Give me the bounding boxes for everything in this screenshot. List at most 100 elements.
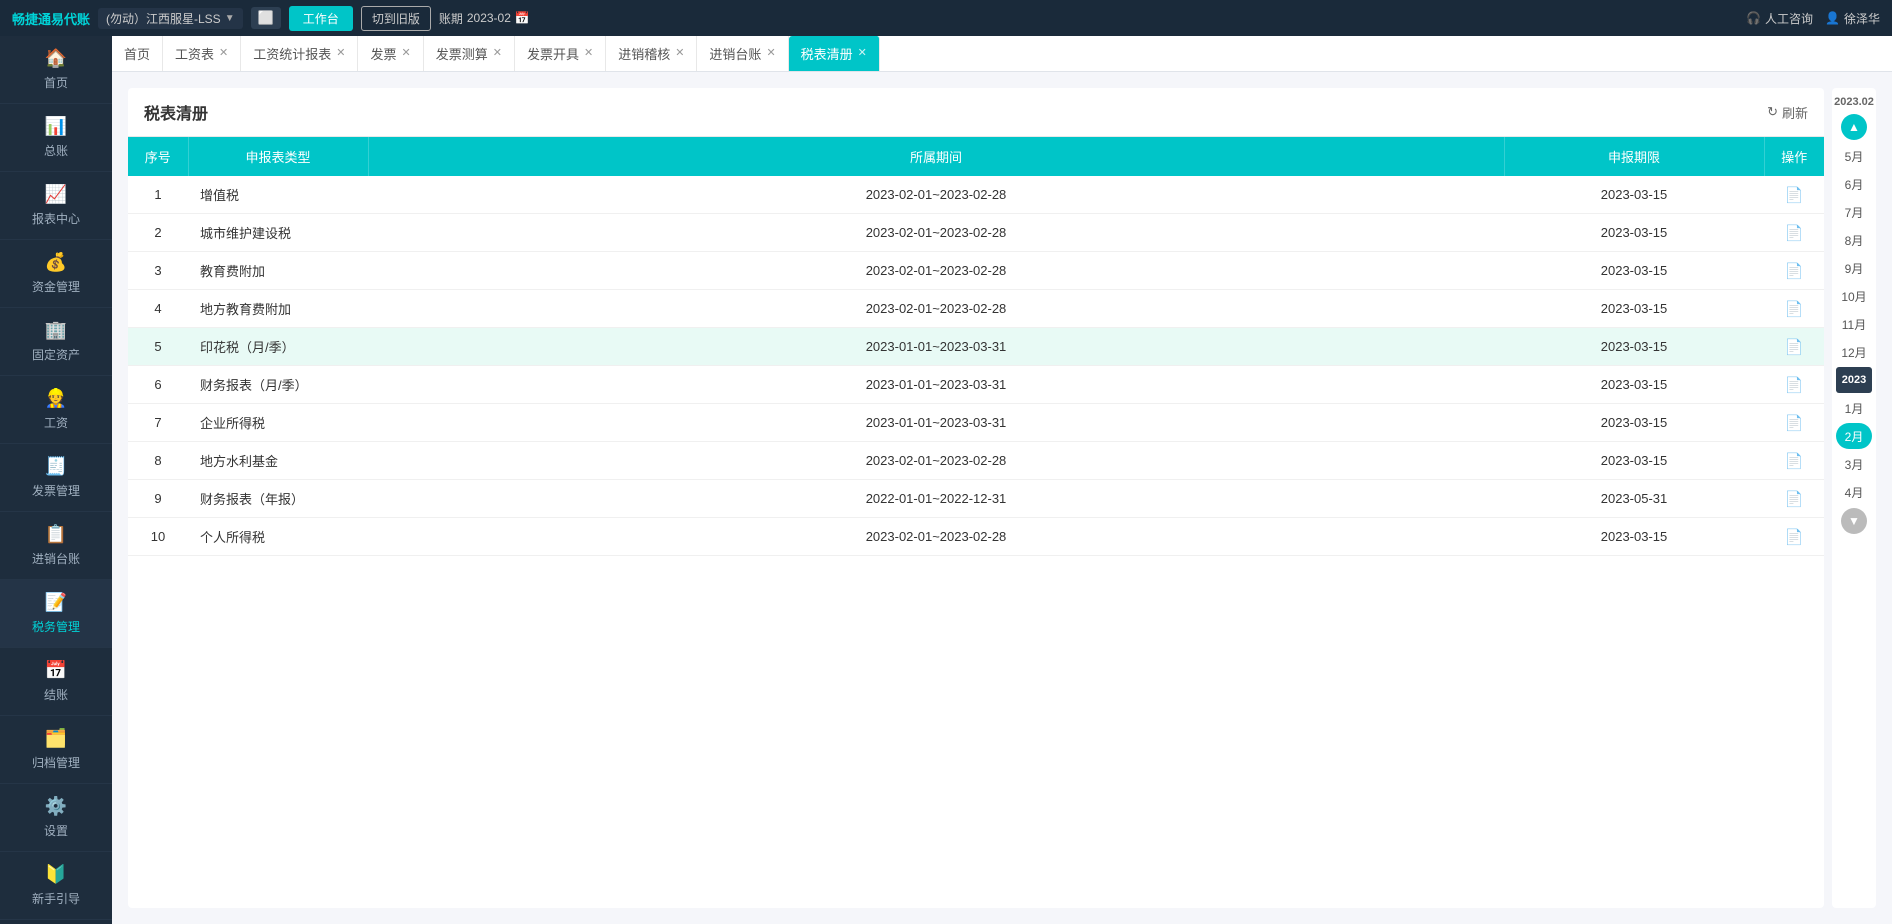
sidebar-label-guide: 新手引导 bbox=[32, 890, 80, 907]
view-icon[interactable]: 📄 bbox=[1785, 187, 1804, 204]
cal-month-11[interactable]: 11月 bbox=[1836, 311, 1872, 337]
user-info[interactable]: 👤 徐泽华 bbox=[1825, 10, 1880, 27]
calendar-down-button[interactable]: ▼ bbox=[1841, 508, 1867, 534]
archive-icon: 🗂️ bbox=[45, 728, 67, 749]
tab-close-tax-list[interactable]: ✕ bbox=[858, 48, 867, 59]
tab-invoice-calc[interactable]: 发票测算 ✕ bbox=[424, 36, 515, 72]
sidebar-label-archive: 归档管理 bbox=[32, 754, 80, 771]
view-icon[interactable]: 📄 bbox=[1785, 453, 1804, 470]
tab-invoice-open[interactable]: 发票开具 ✕ bbox=[515, 36, 606, 72]
view-icon[interactable]: 📄 bbox=[1785, 415, 1804, 432]
tab-close-salary-report[interactable]: ✕ bbox=[336, 48, 345, 59]
company-name: (勿动）江西服星-LSS bbox=[106, 10, 221, 27]
cal-month-8[interactable]: 8月 bbox=[1836, 227, 1872, 253]
sidebar-item-archive[interactable]: 🗂️ 归档管理 bbox=[0, 716, 112, 784]
tab-invoice[interactable]: 发票 ✕ bbox=[358, 36, 423, 72]
tab-close-invoice[interactable]: ✕ bbox=[402, 48, 411, 59]
ai-consult[interactable]: 🎧 人工咨询 bbox=[1746, 10, 1813, 27]
sidebar-label-close: 结账 bbox=[44, 686, 68, 703]
view-icon[interactable]: 📄 bbox=[1785, 491, 1804, 508]
tab-label-purchase-check: 进销稽核 bbox=[618, 44, 670, 63]
view-icon[interactable]: 📄 bbox=[1785, 301, 1804, 318]
headset-icon: 🎧 bbox=[1746, 11, 1761, 25]
view-icon[interactable]: 📄 bbox=[1785, 225, 1804, 242]
sidebar-item-purchase[interactable]: 📋 进销台账 bbox=[0, 512, 112, 580]
cal-month-7[interactable]: 7月 bbox=[1836, 199, 1872, 225]
sidebar-item-close[interactable]: 📅 结账 bbox=[0, 648, 112, 716]
sidebar-label-salary: 工资 bbox=[44, 414, 68, 431]
cal-month-9[interactable]: 9月 bbox=[1836, 255, 1872, 281]
sidebar-label-assets: 固定资产 bbox=[32, 346, 80, 363]
sidebar-item-vip[interactable]: 👑 畅会员 bbox=[0, 920, 112, 924]
cal-month-3[interactable]: 3月 bbox=[1836, 451, 1872, 477]
tab-label-tax-list: 税表清册 bbox=[801, 44, 853, 63]
cell-seq: 8 bbox=[128, 442, 188, 480]
sidebar-item-funds[interactable]: 💰 资金管理 bbox=[0, 240, 112, 308]
tab-salary-report[interactable]: 工资统计报表 ✕ bbox=[241, 36, 358, 72]
cell-action: 📄 bbox=[1764, 290, 1824, 328]
sidebar-item-assets[interactable]: 🏢 固定资产 bbox=[0, 308, 112, 376]
cal-month-12[interactable]: 12月 bbox=[1836, 339, 1872, 365]
tab-home[interactable]: 首页 bbox=[124, 36, 163, 72]
cal-month-1[interactable]: 1月 bbox=[1836, 395, 1872, 421]
tab-salary[interactable]: 工资表 ✕ bbox=[163, 36, 241, 72]
cal-month-4[interactable]: 4月 bbox=[1836, 479, 1872, 505]
tab-tax-list[interactable]: 税表清册 ✕ bbox=[789, 36, 880, 72]
cal-month-10[interactable]: 10月 bbox=[1836, 283, 1872, 309]
sidebar-item-invoice[interactable]: 🧾 发票管理 bbox=[0, 444, 112, 512]
cal-month-5[interactable]: 5月 bbox=[1836, 143, 1872, 169]
view-icon[interactable]: 📄 bbox=[1785, 339, 1804, 356]
tab-purchase-ledger[interactable]: 进销台账 ✕ bbox=[697, 36, 788, 72]
period-label: 账期 bbox=[439, 10, 463, 27]
sidebar-item-report[interactable]: 📈 报表中心 bbox=[0, 172, 112, 240]
sidebar-item-settings[interactable]: ⚙️ 设置 bbox=[0, 784, 112, 852]
tab-close-salary[interactable]: ✕ bbox=[219, 48, 228, 59]
sidebar-item-tax[interactable]: 📝 税务管理 bbox=[0, 580, 112, 648]
table-row: 2 城市维护建设税 2023-02-01~2023-02-28 2023-03-… bbox=[128, 214, 1824, 252]
cell-type: 个人所得税 bbox=[188, 518, 368, 556]
sidebar-item-salary[interactable]: 👷 工资 bbox=[0, 376, 112, 444]
refresh-button[interactable]: ↻ 刷新 bbox=[1767, 103, 1808, 122]
sidebar-item-ledger[interactable]: 📊 总账 bbox=[0, 104, 112, 172]
tab-close-invoice-open[interactable]: ✕ bbox=[584, 48, 593, 59]
table-row: 3 教育费附加 2023-02-01~2023-02-28 2023-03-15… bbox=[128, 252, 1824, 290]
tax-table: 序号 申报表类型 所属期间 申报期限 操作 1 增值税 2023-02-01~2… bbox=[128, 137, 1824, 556]
workspace-button[interactable]: 工作台 bbox=[289, 6, 353, 31]
tab-close-purchase-ledger[interactable]: ✕ bbox=[766, 48, 775, 59]
copy-icon-button[interactable]: ⬜ bbox=[251, 7, 281, 29]
chevron-down-icon: ▼ bbox=[225, 13, 235, 24]
cell-type: 印花税（月/季） bbox=[188, 328, 368, 366]
calendar-icon[interactable]: 📅 bbox=[515, 11, 530, 25]
view-icon[interactable]: 📄 bbox=[1785, 377, 1804, 394]
sidebar-item-home[interactable]: 🏠 首页 bbox=[0, 36, 112, 104]
view-icon[interactable]: 📄 bbox=[1785, 263, 1804, 280]
th-type: 申报表类型 bbox=[188, 137, 368, 176]
cell-seq: 2 bbox=[128, 214, 188, 252]
cell-seq: 6 bbox=[128, 366, 188, 404]
th-action: 操作 bbox=[1764, 137, 1824, 176]
switch-view-button[interactable]: 切到旧版 bbox=[361, 6, 431, 31]
cal-month-6[interactable]: 6月 bbox=[1836, 171, 1872, 197]
tab-purchase-check[interactable]: 进销稽核 ✕ bbox=[606, 36, 697, 72]
table-row: 8 地方水利基金 2023-02-01~2023-02-28 2023-03-1… bbox=[128, 442, 1824, 480]
cal-month-2-active[interactable]: 2月 bbox=[1836, 423, 1872, 449]
sidebar-item-guide[interactable]: 🔰 新手引导 bbox=[0, 852, 112, 920]
tab-close-purchase-check[interactable]: ✕ bbox=[675, 48, 684, 59]
company-selector[interactable]: (勿动）江西服星-LSS ▼ bbox=[98, 8, 243, 29]
salary-icon: 👷 bbox=[45, 388, 67, 409]
calendar-up-button[interactable]: ▲ bbox=[1841, 114, 1867, 140]
top-bar: 畅捷通易代账 (勿动）江西服星-LSS ▼ ⬜ 工作台 切到旧版 账期 2023… bbox=[0, 0, 1892, 36]
cell-deadline: 2023-03-15 bbox=[1504, 518, 1764, 556]
sidebar-label-ledger: 总账 bbox=[44, 142, 68, 159]
funds-icon: 💰 bbox=[45, 252, 67, 273]
cell-deadline: 2023-03-15 bbox=[1504, 366, 1764, 404]
cell-deadline: 2023-03-15 bbox=[1504, 328, 1764, 366]
sidebar-label-tax: 税务管理 bbox=[32, 618, 80, 635]
tab-bar: 首页 工资表 ✕ 工资统计报表 ✕ 发票 ✕ 发票测算 ✕ 发票开具 ✕ bbox=[112, 36, 1892, 72]
cell-seq: 7 bbox=[128, 404, 188, 442]
view-icon[interactable]: 📄 bbox=[1785, 529, 1804, 546]
tab-close-invoice-calc[interactable]: ✕ bbox=[493, 48, 502, 59]
tab-label-purchase-ledger: 进销台账 bbox=[709, 44, 761, 63]
table-row: 7 企业所得税 2023-01-01~2023-03-31 2023-03-15… bbox=[128, 404, 1824, 442]
cell-period: 2023-02-01~2023-02-28 bbox=[368, 214, 1504, 252]
